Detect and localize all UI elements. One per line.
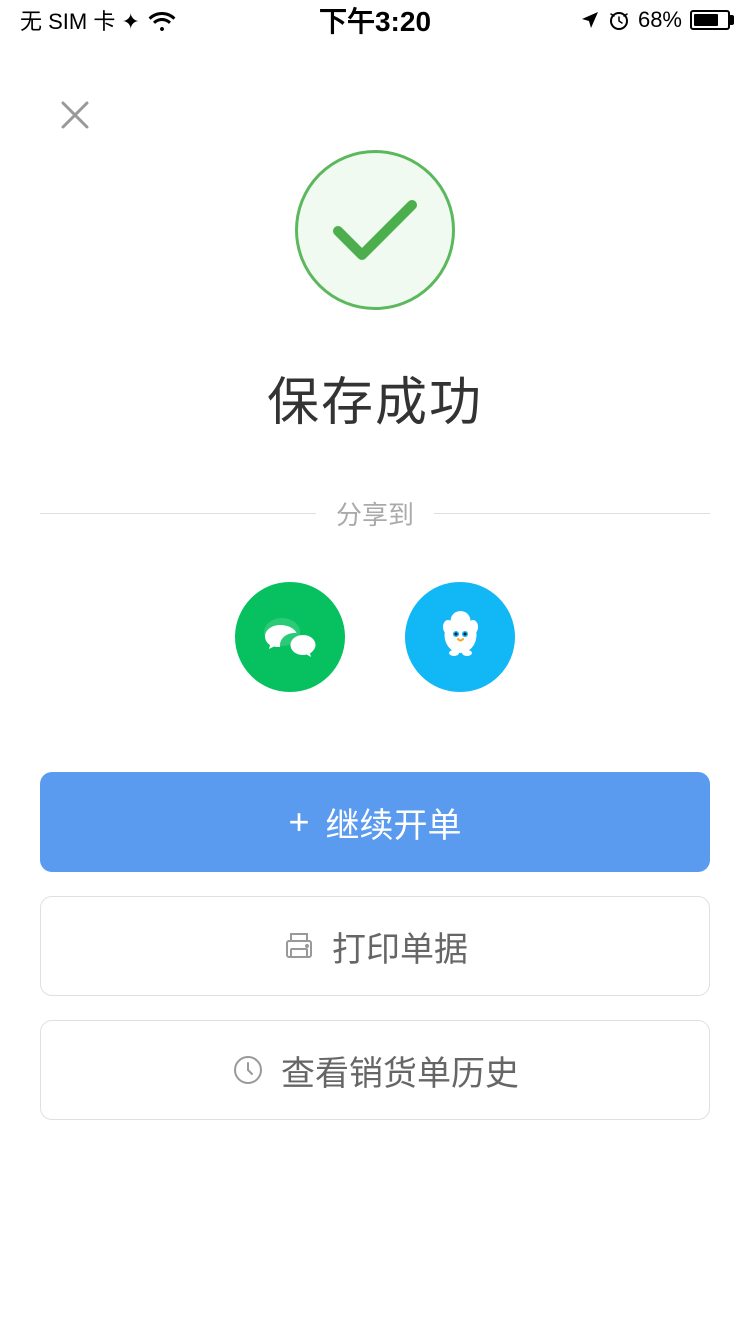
location-icon [580,10,600,30]
qq-share-button[interactable] [405,582,515,692]
wifi-icon [148,9,176,31]
print-button[interactable]: 打印单据 [40,896,710,996]
status-bar: 无 SIM 卡 ✦ 下午3:20 68% [0,0,750,40]
share-label: 分享到 [336,495,414,532]
continue-order-button[interactable]: + 继续开单 [40,772,710,872]
print-label: 打印单据 [332,922,468,971]
share-icons [235,582,515,692]
wechat-share-button[interactable] [235,582,345,692]
status-left: 无 SIM 卡 ✦ [20,4,176,36]
checkmark-icon [330,193,420,268]
qq-logo-icon [428,605,493,670]
status-time: 下午3:20 [319,0,431,40]
divider-line-right [434,513,710,514]
success-title: 保存成功 [267,360,483,435]
main-content: 保存成功 分享到 [0,40,750,1334]
history-icon [231,1053,265,1087]
success-circle [295,150,455,310]
view-history-label: 查看销货单历史 [281,1046,519,1095]
divider-line-left [40,513,316,514]
wechat-logo-icon [258,605,323,670]
no-sim-text: 无 SIM 卡 ✦ [20,4,140,36]
close-icon [57,97,93,133]
view-history-button[interactable]: 查看销货单历史 [40,1020,710,1120]
print-icon [282,929,316,963]
action-buttons: + 继续开单 打印单据 查看销货单历史 [40,772,710,1120]
battery-icon [690,10,730,30]
continue-order-icon: + [288,801,309,843]
alarm-icon [608,9,630,31]
continue-order-label: 继续开单 [326,798,462,847]
status-right: 68% [580,7,730,33]
share-divider: 分享到 [40,495,710,532]
close-button[interactable] [50,90,100,140]
battery-percent: 68% [638,7,682,33]
